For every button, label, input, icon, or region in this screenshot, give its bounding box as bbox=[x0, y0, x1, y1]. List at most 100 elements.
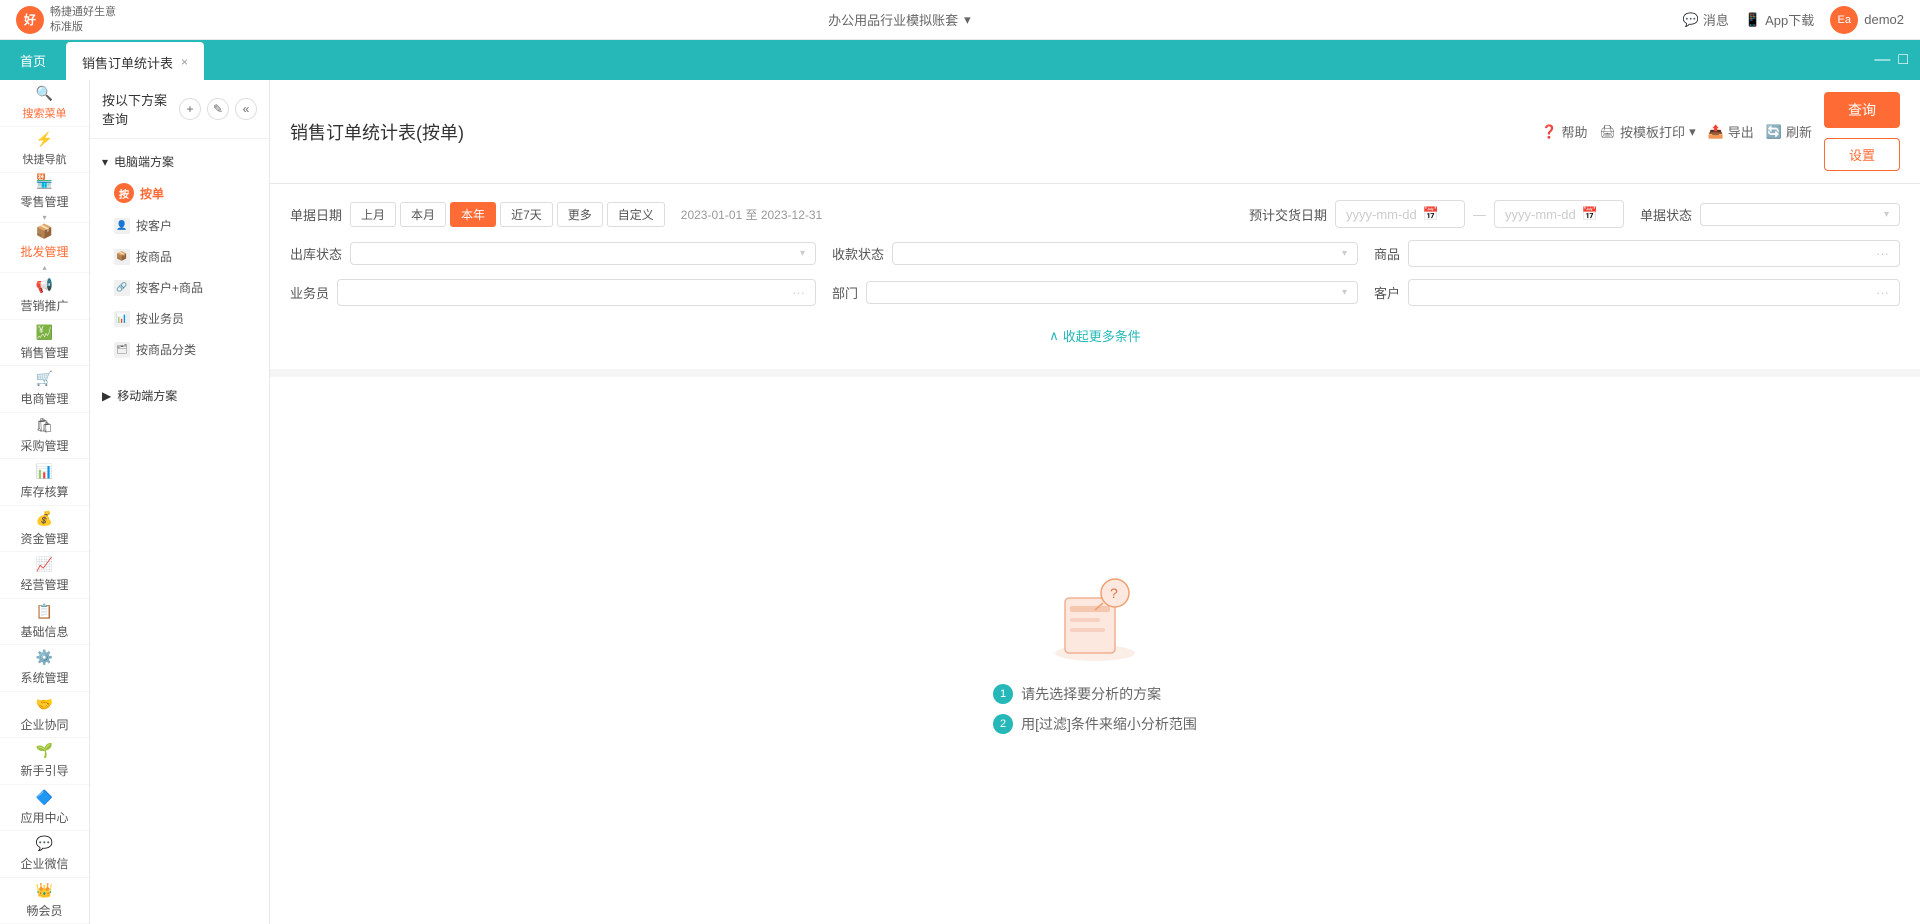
expand-arrow-icon: ▾ bbox=[102, 155, 108, 169]
sidebar-item-apps[interactable]: 🔷 应用中心 bbox=[0, 785, 89, 832]
last7days-btn[interactable]: 近7天 bbox=[500, 202, 553, 227]
current-year-btn[interactable]: 本年 bbox=[450, 202, 496, 227]
dept-caret-icon: ▾ bbox=[1342, 287, 1347, 298]
sidebar-item-system[interactable]: ⚙️ 系统管理 bbox=[0, 645, 89, 692]
user-area[interactable]: Ea demo2 bbox=[1830, 6, 1904, 34]
mobile-scheme-group: ▶ 移动端方案 bbox=[90, 373, 269, 418]
print-btn[interactable]: 🖨 按模板打印 ▾ bbox=[1600, 122, 1696, 141]
dropdown-arrow-icon[interactable]: ▾ bbox=[964, 12, 971, 28]
order-status-filter: 单据状态 ▾ bbox=[1640, 203, 1900, 226]
topbar: 好 畅捷通好生意 标准版 办公用品行业模拟账套 ▾ 💬 消息 📱 App下载 E… bbox=[0, 0, 1920, 40]
retail-icon: 🏪 bbox=[36, 173, 53, 190]
basic-icon: 📋 bbox=[36, 603, 53, 620]
member-icon: 👑 bbox=[36, 882, 53, 899]
newbie-icon: 🌱 bbox=[36, 742, 53, 759]
message-btn[interactable]: 💬 消息 bbox=[1683, 10, 1729, 29]
customer-label: 客户 bbox=[1374, 283, 1400, 302]
more-btn[interactable]: 更多 bbox=[557, 202, 603, 227]
scheme-by-salesperson[interactable]: 📊 按业务员 bbox=[90, 303, 269, 334]
tab-home[interactable]: 首页 bbox=[0, 40, 66, 80]
marketing-icon: 📢 bbox=[36, 277, 53, 294]
maximize-icon[interactable]: □ bbox=[1898, 51, 1908, 69]
goods-select[interactable]: ··· bbox=[1408, 240, 1900, 267]
sidebar-item-inventory[interactable]: 📊 库存核算 bbox=[0, 459, 89, 506]
sidebar-item-enterprise[interactable]: 🤝 企业协同 bbox=[0, 692, 89, 739]
by-salesperson-icon: 📊 bbox=[114, 311, 130, 327]
sidebar-item-purchase[interactable]: 🛍 采购管理 bbox=[0, 413, 89, 460]
topbar-center[interactable]: 办公用品行业模拟账套 ▾ bbox=[828, 10, 971, 29]
edit-scheme-btn[interactable]: ✎ bbox=[207, 98, 229, 120]
by-order-icon: 按 bbox=[114, 183, 134, 203]
minimize-icon[interactable]: — bbox=[1874, 51, 1890, 69]
current-month-btn[interactable]: 本月 bbox=[400, 202, 446, 227]
department-select[interactable]: ▾ bbox=[866, 281, 1358, 304]
salesperson-label: 业务员 bbox=[290, 283, 329, 302]
search-menu-nav[interactable]: 🔍 搜索菜单 bbox=[0, 80, 89, 127]
sidebar-item-member[interactable]: 👑 畅会员 bbox=[0, 878, 89, 924]
salesperson-select[interactable]: ··· bbox=[337, 279, 816, 306]
avatar: Ea bbox=[1830, 6, 1858, 34]
sidebar-item-marketing[interactable]: 📢 营销推广 bbox=[0, 273, 89, 320]
empty-illustration: ? bbox=[1035, 568, 1155, 668]
scheme-by-category[interactable]: 🗂 按商品分类 bbox=[90, 334, 269, 365]
refresh-btn[interactable]: 🔄 刷新 bbox=[1766, 122, 1812, 141]
pc-group-title[interactable]: ▾ 电脑端方案 bbox=[90, 147, 269, 176]
left-panel: 按以下方案查询 + ✎ « ▾ 电脑端方案 按 按单 👤 按客户 📦 按商 bbox=[90, 80, 270, 924]
expected-date-start[interactable]: yyyy-mm-dd 📅 bbox=[1335, 200, 1465, 228]
sidebar-item-basic[interactable]: 📋 基础信息 bbox=[0, 599, 89, 646]
sidebar-item-wholesale[interactable]: 📦 批发管理 ▴ bbox=[0, 223, 89, 273]
inventory-icon: 📊 bbox=[36, 463, 53, 480]
customer-filter: 客户 ··· bbox=[1374, 279, 1900, 306]
app-download-btn[interactable]: 📱 App下载 bbox=[1745, 10, 1814, 29]
logo-icon: 好 bbox=[16, 6, 44, 34]
scheme-by-goods[interactable]: 📦 按商品 bbox=[90, 241, 269, 272]
sidebar-item-operations[interactable]: 📈 经营管理 bbox=[0, 552, 89, 599]
help-icon: ❓ bbox=[1541, 124, 1557, 140]
content-area: 销售订单统计表(按单) ❓ 帮助 🖨 按模板打印 ▾ 📤 导出 🔄 刷新 bbox=[270, 80, 1920, 924]
export-btn[interactable]: 📤 导出 bbox=[1708, 122, 1754, 141]
payment-filter: 收款状态 ▾ bbox=[832, 242, 1358, 265]
sidebar-item-ecommerce[interactable]: 🛒 电商管理 bbox=[0, 366, 89, 413]
scheme-by-customer-goods[interactable]: 🔗 按客户+商品 bbox=[90, 272, 269, 303]
retail-arrow-icon: ▾ bbox=[42, 213, 46, 222]
sidebar-item-finance[interactable]: 💰 资金管理 bbox=[0, 506, 89, 553]
quick-nav[interactable]: ⚡ 快捷导航 bbox=[0, 127, 89, 174]
payment-select[interactable]: ▾ bbox=[892, 242, 1358, 265]
query-button[interactable]: 查询 bbox=[1824, 92, 1900, 128]
quick-nav-icon: ⚡ bbox=[36, 131, 53, 148]
scheme-by-customer[interactable]: 👤 按客户 bbox=[90, 210, 269, 241]
filter-row-2: 出库状态 ▾ 收款状态 ▾ 商品 bbox=[290, 240, 1900, 267]
scheme-by-order[interactable]: 按 按单 bbox=[90, 176, 269, 210]
sidebar-item-wechat[interactable]: 💬 企业微信 bbox=[0, 831, 89, 878]
sidebar-item-newbie[interactable]: 🌱 新手引导 bbox=[0, 738, 89, 785]
shipment-select[interactable]: ▾ bbox=[350, 242, 816, 265]
customer-dots-icon: ··· bbox=[1876, 285, 1889, 300]
tab-close-icon[interactable]: × bbox=[181, 55, 188, 69]
filter-row-3: 业务员 ··· 部门 ▾ 客户 bbox=[290, 279, 1900, 306]
sidebar-item-sales[interactable]: 💹 销售管理 bbox=[0, 320, 89, 367]
hint-num-2: 2 bbox=[993, 714, 1013, 734]
help-btn[interactable]: ❓ 帮助 bbox=[1541, 122, 1587, 141]
collapse-panel-btn[interactable]: « bbox=[235, 98, 257, 120]
settings-button[interactable]: 设置 bbox=[1824, 138, 1900, 171]
calendar-start-icon: 📅 bbox=[1423, 206, 1439, 222]
mobile-group-title[interactable]: ▶ 移动端方案 bbox=[90, 381, 269, 410]
order-status-select[interactable]: ▾ bbox=[1700, 203, 1900, 226]
add-scheme-btn[interactable]: + bbox=[179, 98, 201, 120]
sidebar-item-retail[interactable]: 🏪 零售管理 ▾ bbox=[0, 173, 89, 223]
expected-date-end[interactable]: yyyy-mm-dd 📅 bbox=[1494, 200, 1624, 228]
prev-month-btn[interactable]: 上月 bbox=[350, 202, 396, 227]
collapse-filter-btn[interactable]: ∧ 收起更多条件 bbox=[290, 318, 1900, 353]
finance-icon: 💰 bbox=[36, 510, 53, 527]
tabbar: 首页 销售订单统计表 × — □ bbox=[0, 40, 1920, 80]
goods-filter: 商品 ··· bbox=[1374, 240, 1900, 267]
sales-icon: 💹 bbox=[36, 324, 53, 341]
pc-scheme-group: ▾ 电脑端方案 按 按单 👤 按客户 📦 按商品 🔗 按客户+商品 📊 按业 bbox=[90, 139, 269, 373]
tab-active[interactable]: 销售订单统计表 × bbox=[66, 42, 204, 82]
header-actions: ❓ 帮助 🖨 按模板打印 ▾ 📤 导出 🔄 刷新 查询 bbox=[1541, 92, 1900, 171]
print-caret-icon: ▾ bbox=[1689, 124, 1696, 140]
refresh-icon: 🔄 bbox=[1766, 124, 1782, 140]
empty-hint-2: 2 用[过滤]条件来缩小分析范围 bbox=[993, 714, 1197, 734]
custom-btn[interactable]: 自定义 bbox=[607, 202, 665, 227]
customer-select[interactable]: ··· bbox=[1408, 279, 1900, 306]
